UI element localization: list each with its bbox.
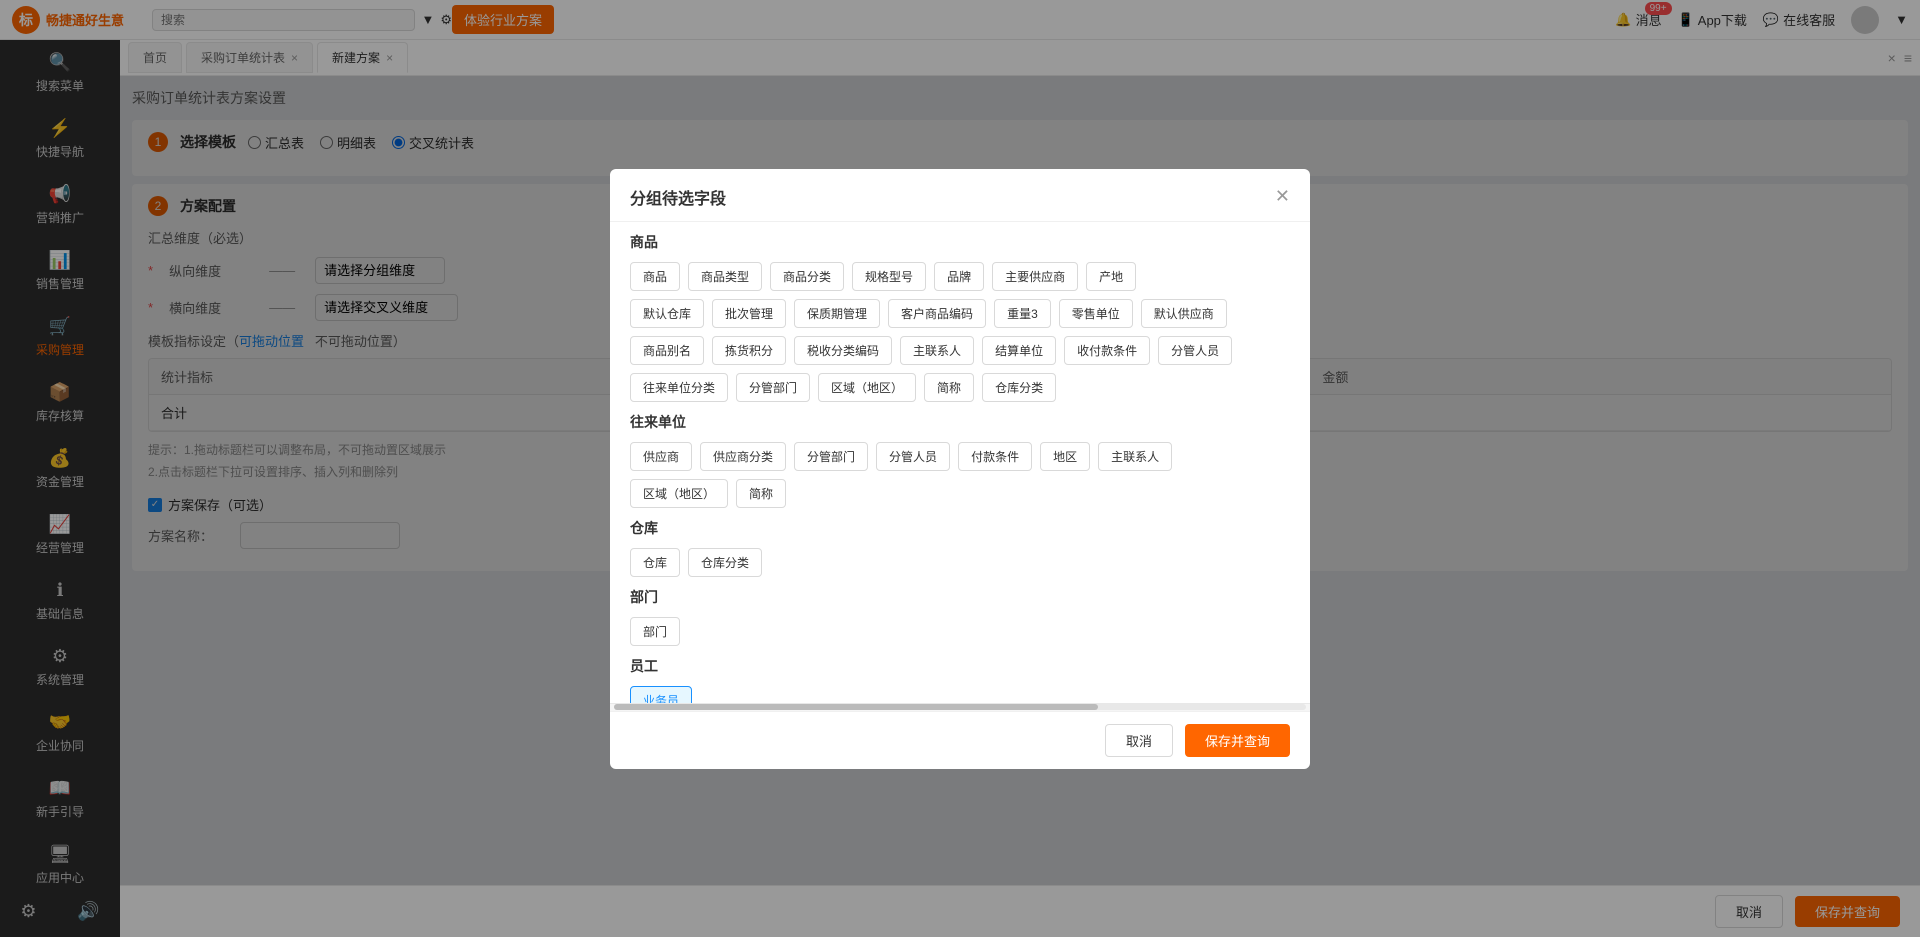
section-warehouse: 仓库 仓库 仓库分类: [610, 518, 1310, 577]
tag-goods-settlement-unit[interactable]: 结算单位: [982, 336, 1056, 365]
section-employee: 员工 业务员: [610, 656, 1310, 703]
tag-goods-alias[interactable]: 商品别名: [630, 336, 704, 365]
section-goods-title: 商品: [630, 232, 1290, 252]
tag-goods-main-contact[interactable]: 主联系人: [900, 336, 974, 365]
modal-title: 分组待选字段: [630, 185, 726, 209]
tag-goods-short-name[interactable]: 简称: [924, 373, 974, 402]
modal-scroll-area[interactable]: 商品 商品 商品类型 商品分类 规格型号 品牌 主要供应商 产地 默认仓库 批次…: [610, 222, 1310, 703]
tag-cp-supplier[interactable]: 供应商: [630, 442, 692, 471]
tag-goods-brand[interactable]: 品牌: [934, 262, 984, 291]
tag-employee-sales[interactable]: 业务员: [630, 686, 692, 703]
tag-goods-origin[interactable]: 产地: [1086, 262, 1136, 291]
tag-cp-region[interactable]: 地区: [1040, 442, 1090, 471]
tag-goods-product[interactable]: 商品: [630, 262, 680, 291]
tag-goods-manager[interactable]: 分管人员: [1158, 336, 1232, 365]
goods-tags-3: 商品别名 拣货积分 税收分类编码 主联系人 结算单位 收付款条件 分管人员: [630, 336, 1290, 365]
modal-header: 分组待选字段 ✕: [610, 169, 1310, 222]
tag-goods-warehouse-cat[interactable]: 仓库分类: [982, 373, 1056, 402]
modal-cancel-btn[interactable]: 取消: [1105, 724, 1173, 757]
tag-cp-supplier-cat[interactable]: 供应商分类: [700, 442, 786, 471]
tag-cp-manager[interactable]: 分管人员: [876, 442, 950, 471]
tag-cp-contact[interactable]: 主联系人: [1098, 442, 1172, 471]
section-goods: 商品 商品 商品类型 商品分类 规格型号 品牌 主要供应商 产地 默认仓库 批次…: [610, 232, 1310, 402]
tag-goods-dept[interactable]: 分管部门: [736, 373, 810, 402]
modal-close-btn[interactable]: ✕: [1275, 186, 1290, 207]
modal-confirm-btn[interactable]: 保存并查询: [1185, 724, 1290, 757]
tag-goods-type[interactable]: 商品类型: [688, 262, 762, 291]
hscroll-thumb: [614, 704, 1098, 710]
warehouse-tags: 仓库 仓库分类: [630, 548, 1290, 577]
tag-wh-category[interactable]: 仓库分类: [688, 548, 762, 577]
goods-tags-4: 往来单位分类 分管部门 区域（地区） 简称 仓库分类: [630, 373, 1290, 402]
tag-goods-main-supplier[interactable]: 主要供应商: [992, 262, 1078, 291]
tag-goods-customer-code[interactable]: 客户商品编码: [888, 299, 986, 328]
section-counterpart: 往来单位 供应商 供应商分类 分管部门 分管人员 付款条件 地区 主联系人 区域…: [610, 412, 1310, 508]
tag-goods-batch[interactable]: 批次管理: [712, 299, 786, 328]
tag-goods-payment-terms[interactable]: 收付款条件: [1064, 336, 1150, 365]
goods-tags: 商品 商品类型 商品分类 规格型号 品牌 主要供应商 产地: [630, 262, 1290, 291]
tag-goods-spec[interactable]: 规格型号: [852, 262, 926, 291]
counterpart-tags-2: 区域（地区） 简称: [630, 479, 1290, 508]
tag-goods-counterpart-category[interactable]: 往来单位分类: [630, 373, 728, 402]
tag-goods-tax-code[interactable]: 税收分类编码: [794, 336, 892, 365]
tag-cp-short[interactable]: 简称: [736, 479, 786, 508]
dept-tags: 部门: [630, 617, 1290, 646]
modal-footer: 取消 保存并查询: [610, 711, 1310, 769]
section-dept-title: 部门: [630, 587, 1290, 607]
tag-dept[interactable]: 部门: [630, 617, 680, 646]
tag-cp-dept[interactable]: 分管部门: [794, 442, 868, 471]
tag-cp-payment[interactable]: 付款条件: [958, 442, 1032, 471]
tag-goods-retail-unit[interactable]: 零售单位: [1059, 299, 1133, 328]
tag-goods-region[interactable]: 区域（地区）: [818, 373, 916, 402]
goods-tags-2: 默认仓库 批次管理 保质期管理 客户商品编码 重量3 零售单位 默认供应商: [630, 299, 1290, 328]
modal-hscroll[interactable]: [610, 703, 1310, 711]
section-warehouse-title: 仓库: [630, 518, 1290, 538]
tag-wh-warehouse[interactable]: 仓库: [630, 548, 680, 577]
hscroll-track: [614, 704, 1306, 710]
modal-overlay: 分组待选字段 ✕ 商品 商品 商品类型 商品分类 规格型号 品牌 主要供应商 产…: [0, 0, 1920, 937]
tag-goods-category[interactable]: 商品分类: [770, 262, 844, 291]
section-counterpart-title: 往来单位: [630, 412, 1290, 432]
modal: 分组待选字段 ✕ 商品 商品 商品类型 商品分类 规格型号 品牌 主要供应商 产…: [610, 169, 1310, 769]
tag-goods-default-warehouse[interactable]: 默认仓库: [630, 299, 704, 328]
tag-goods-picking-points[interactable]: 拣货积分: [712, 336, 786, 365]
tag-goods-weight[interactable]: 重量3: [994, 299, 1051, 328]
tag-goods-default-supplier[interactable]: 默认供应商: [1141, 299, 1227, 328]
employee-tags: 业务员: [630, 686, 1290, 703]
section-dept: 部门 部门: [610, 587, 1310, 646]
counterpart-tags: 供应商 供应商分类 分管部门 分管人员 付款条件 地区 主联系人: [630, 442, 1290, 471]
tag-goods-expiry[interactable]: 保质期管理: [794, 299, 880, 328]
section-employee-title: 员工: [630, 656, 1290, 676]
tag-cp-area[interactable]: 区域（地区）: [630, 479, 728, 508]
